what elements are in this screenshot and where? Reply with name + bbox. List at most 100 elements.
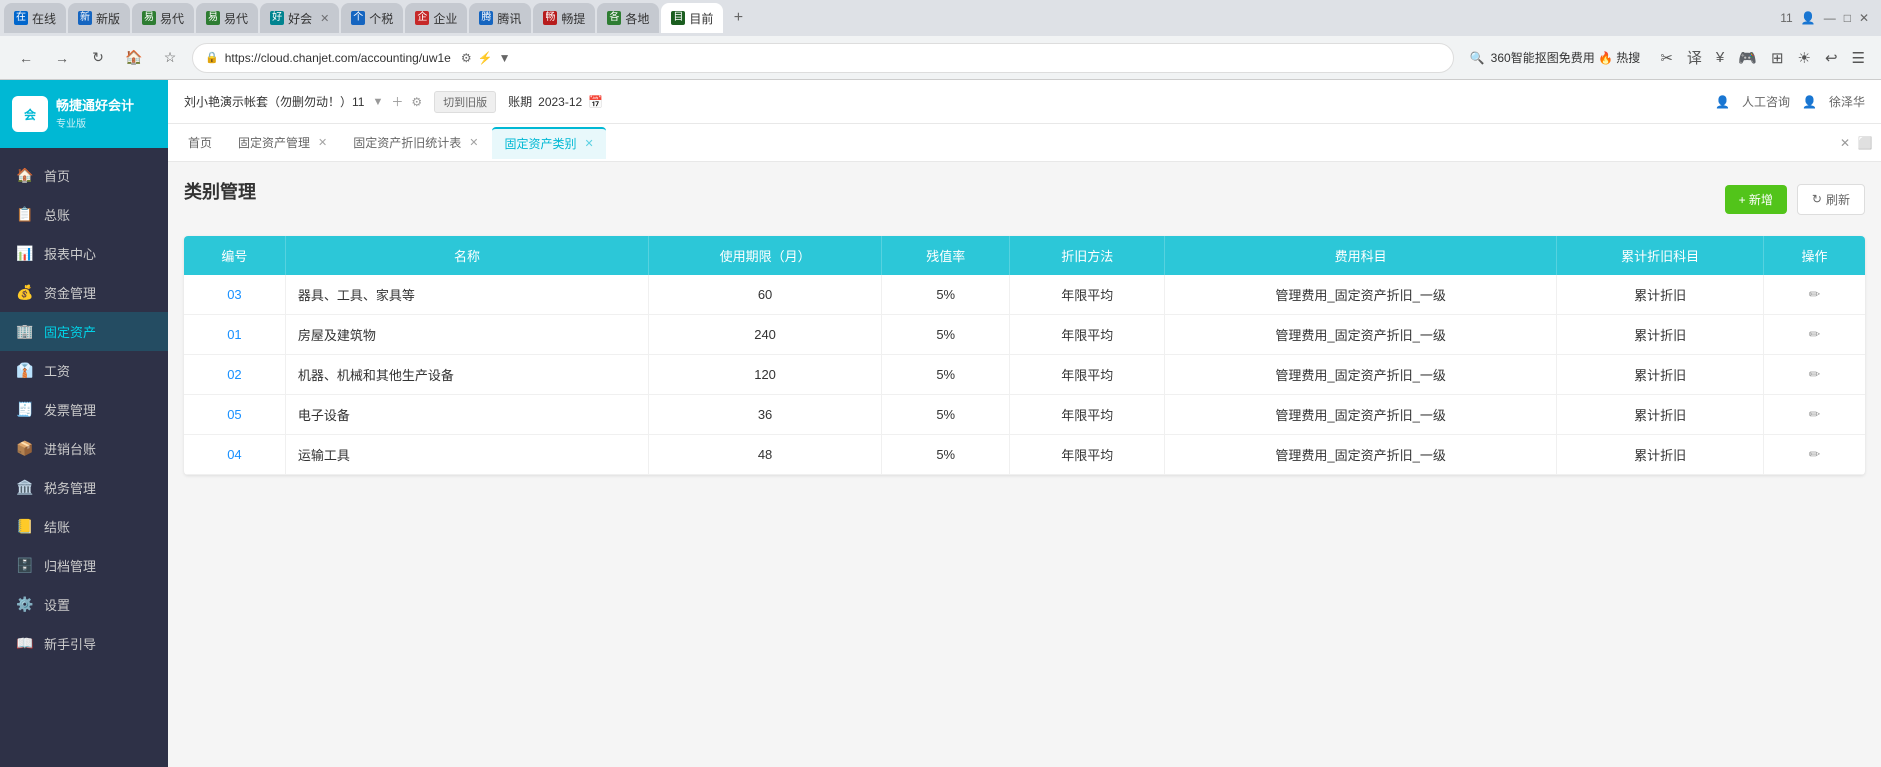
sidebar-item-general-ledger[interactable]: 📋 总账 xyxy=(0,195,168,234)
forward-button[interactable]: → xyxy=(48,44,76,72)
tab-close-icon[interactable]: ✕ xyxy=(320,12,329,25)
add-account-icon[interactable]: ＋ xyxy=(391,93,403,110)
browser-tab-changte[interactable]: 畅 畅提 xyxy=(533,3,595,33)
sidebar-item-settings[interactable]: ⚙️ 设置 xyxy=(0,585,168,624)
tab-label: 固定资产管理 xyxy=(238,134,310,151)
archive-icon: 🗄️ xyxy=(16,557,34,575)
row-id-link[interactable]: 05 xyxy=(227,407,241,422)
main-content: 刘小艳演示帐套（勿删勿动！）11 ▼ ＋ ⚙ 切到旧版 账期 2023-12 📅… xyxy=(168,80,1881,767)
sidebar-item-tax[interactable]: 🏛️ 税务管理 xyxy=(0,468,168,507)
edit-button[interactable]: ✏ xyxy=(1809,446,1821,462)
menu-icon[interactable]: ☰ xyxy=(1848,45,1869,71)
sidebar-item-home[interactable]: 🏠 首页 xyxy=(0,156,168,195)
browser-tab-qiye[interactable]: 企 企业 xyxy=(405,3,467,33)
tab-home[interactable]: 首页 xyxy=(176,127,224,159)
refresh-button[interactable]: ↻ xyxy=(84,44,112,72)
sidebar-item-purchase-sales[interactable]: 📦 进销台账 xyxy=(0,429,168,468)
new-tab-button[interactable]: + xyxy=(725,5,751,31)
edit-button[interactable]: ✏ xyxy=(1809,326,1821,342)
cell-method: 年限平均 xyxy=(1010,275,1165,315)
tab-close-icon[interactable]: ✕ xyxy=(318,136,327,149)
home-button[interactable]: 🏠 xyxy=(120,44,148,72)
close-icon[interactable]: ✕ xyxy=(1859,11,1869,25)
row-id-link[interactable]: 02 xyxy=(227,367,241,382)
game-icon[interactable]: 🎮 xyxy=(1734,45,1761,71)
sidebar-item-cash[interactable]: 💰 资金管理 xyxy=(0,273,168,312)
browser-tab-yidai1[interactable]: 易 易代 xyxy=(132,3,194,33)
undo-icon[interactable]: ↩ xyxy=(1821,45,1842,71)
row-id-link[interactable]: 01 xyxy=(227,327,241,342)
back-button[interactable]: ← xyxy=(12,44,40,72)
cell-action: ✏ xyxy=(1764,435,1865,475)
browser-tab-tengxun[interactable]: 腾 腾讯 xyxy=(469,3,531,33)
switch-version-button[interactable]: 切到旧版 xyxy=(434,91,496,113)
window-maximize-icon[interactable]: ⬜ xyxy=(1857,135,1873,151)
url-bar[interactable]: 🔒 https://cloud.chanjet.com/accounting/u… xyxy=(192,43,1454,73)
sidebar-item-closing[interactable]: 📒 结账 xyxy=(0,507,168,546)
cell-expense: 管理费用_固定资产折旧_一级 xyxy=(1165,315,1557,355)
edit-button[interactable]: ✏ xyxy=(1809,406,1821,422)
sidebar-item-invoice[interactable]: 🧾 发票管理 xyxy=(0,390,168,429)
add-button[interactable]: + 新增 xyxy=(1725,185,1787,214)
cell-accumulate: 累计折旧 xyxy=(1557,315,1764,355)
sidebar-item-payroll[interactable]: 👔 工资 xyxy=(0,351,168,390)
tab-asset-category[interactable]: 固定资产类别 ✕ xyxy=(492,127,605,159)
translate-icon[interactable]: 译 xyxy=(1683,43,1706,72)
search-area[interactable]: 🔍 360智能抠图免费用 🔥 热搜 xyxy=(1470,49,1641,66)
url-lightning-icon: ⚡ xyxy=(478,51,493,65)
tab-label: 在线 xyxy=(32,10,56,27)
tab-depreciation-table[interactable]: 固定资产折旧统计表 ✕ xyxy=(341,127,490,159)
dropdown-icon[interactable]: ▼ xyxy=(372,96,383,108)
scissors-icon[interactable]: ✂ xyxy=(1656,45,1677,71)
cell-accumulate: 累计折旧 xyxy=(1557,355,1764,395)
browser-tab-gedi[interactable]: 各 各地 xyxy=(597,3,659,33)
tab-fixed-assets-mgmt[interactable]: 固定资产管理 ✕ xyxy=(226,127,339,159)
consultant-label[interactable]: 人工咨询 xyxy=(1742,93,1790,110)
browser-tab-yidai2[interactable]: 易 易代 xyxy=(196,3,258,33)
table-row: 03 器具、工具、家具等 60 5% 年限平均 管理费用_固定资产折旧_一级 累… xyxy=(184,275,1865,315)
refresh-button[interactable]: ↻ 刷新 xyxy=(1797,184,1865,215)
url-dropdown-icon[interactable]: ⚙ xyxy=(461,51,472,65)
bookmark-button[interactable]: ☆ xyxy=(156,44,184,72)
browser-tab-xinban[interactable]: 新 新版 xyxy=(68,3,130,33)
cell-name: 房屋及建筑物 xyxy=(285,315,648,355)
edit-button[interactable]: ✏ xyxy=(1809,286,1821,302)
sidebar-item-guide[interactable]: 📖 新手引导 xyxy=(0,624,168,663)
cell-id: 01 xyxy=(184,315,285,355)
tab-label: 企业 xyxy=(433,10,457,27)
browser-tab-geshui[interactable]: 个 个税 xyxy=(341,3,403,33)
browser-tab-muqian[interactable]: 目 目前 xyxy=(661,3,723,33)
app-header: 刘小艳演示帐套（勿删勿动！）11 ▼ ＋ ⚙ 切到旧版 账期 2023-12 📅… xyxy=(168,80,1881,124)
closing-icon: 📒 xyxy=(16,518,34,536)
url-chevron-icon[interactable]: ▼ xyxy=(499,51,511,65)
cell-expense: 管理费用_固定资产折旧_一级 xyxy=(1165,435,1557,475)
browser-tab-haohui[interactable]: 好 好会 ✕ xyxy=(260,3,339,33)
sidebar-item-archive[interactable]: 🗄️ 归档管理 xyxy=(0,546,168,585)
coin-icon[interactable]: ¥ xyxy=(1712,45,1728,70)
row-id-link[interactable]: 04 xyxy=(227,447,241,462)
calendar-icon[interactable]: 📅 xyxy=(588,95,603,109)
row-id-link[interactable]: 03 xyxy=(227,287,241,302)
grid-icon[interactable]: ⊞ xyxy=(1767,45,1788,71)
window-close-icon[interactable]: ✕ xyxy=(1837,135,1853,151)
tab-label: 畅提 xyxy=(561,10,585,27)
table-row: 01 房屋及建筑物 240 5% 年限平均 管理费用_固定资产折旧_一级 累计折… xyxy=(184,315,1865,355)
tab-close-icon[interactable]: ✕ xyxy=(585,137,594,150)
browser-tab-zaixin[interactable]: 在 在线 xyxy=(4,3,66,33)
edit-button[interactable]: ✏ xyxy=(1809,366,1821,382)
sidebar-item-reports[interactable]: 📊 报表中心 xyxy=(0,234,168,273)
tab-label: 腾讯 xyxy=(497,10,521,27)
cell-period: 36 xyxy=(649,395,882,435)
tab-close-icon[interactable]: ✕ xyxy=(469,136,478,149)
maximize-icon[interactable]: □ xyxy=(1844,11,1851,25)
sun-icon[interactable]: ☀ xyxy=(1794,45,1815,71)
sidebar-item-fixed-assets[interactable]: 🏢 固定资产 xyxy=(0,312,168,351)
tab-favicon: 易 xyxy=(142,11,156,25)
settings-icon: ⚙️ xyxy=(16,596,34,614)
tab-label: 新版 xyxy=(96,10,120,27)
sidebar-item-label: 发票管理 xyxy=(44,400,96,419)
tab-count: 11 xyxy=(1780,11,1792,25)
home-icon: 🏠 xyxy=(16,167,34,185)
settings-gear-icon[interactable]: ⚙ xyxy=(411,95,422,109)
minimize-icon[interactable]: — xyxy=(1824,11,1836,25)
